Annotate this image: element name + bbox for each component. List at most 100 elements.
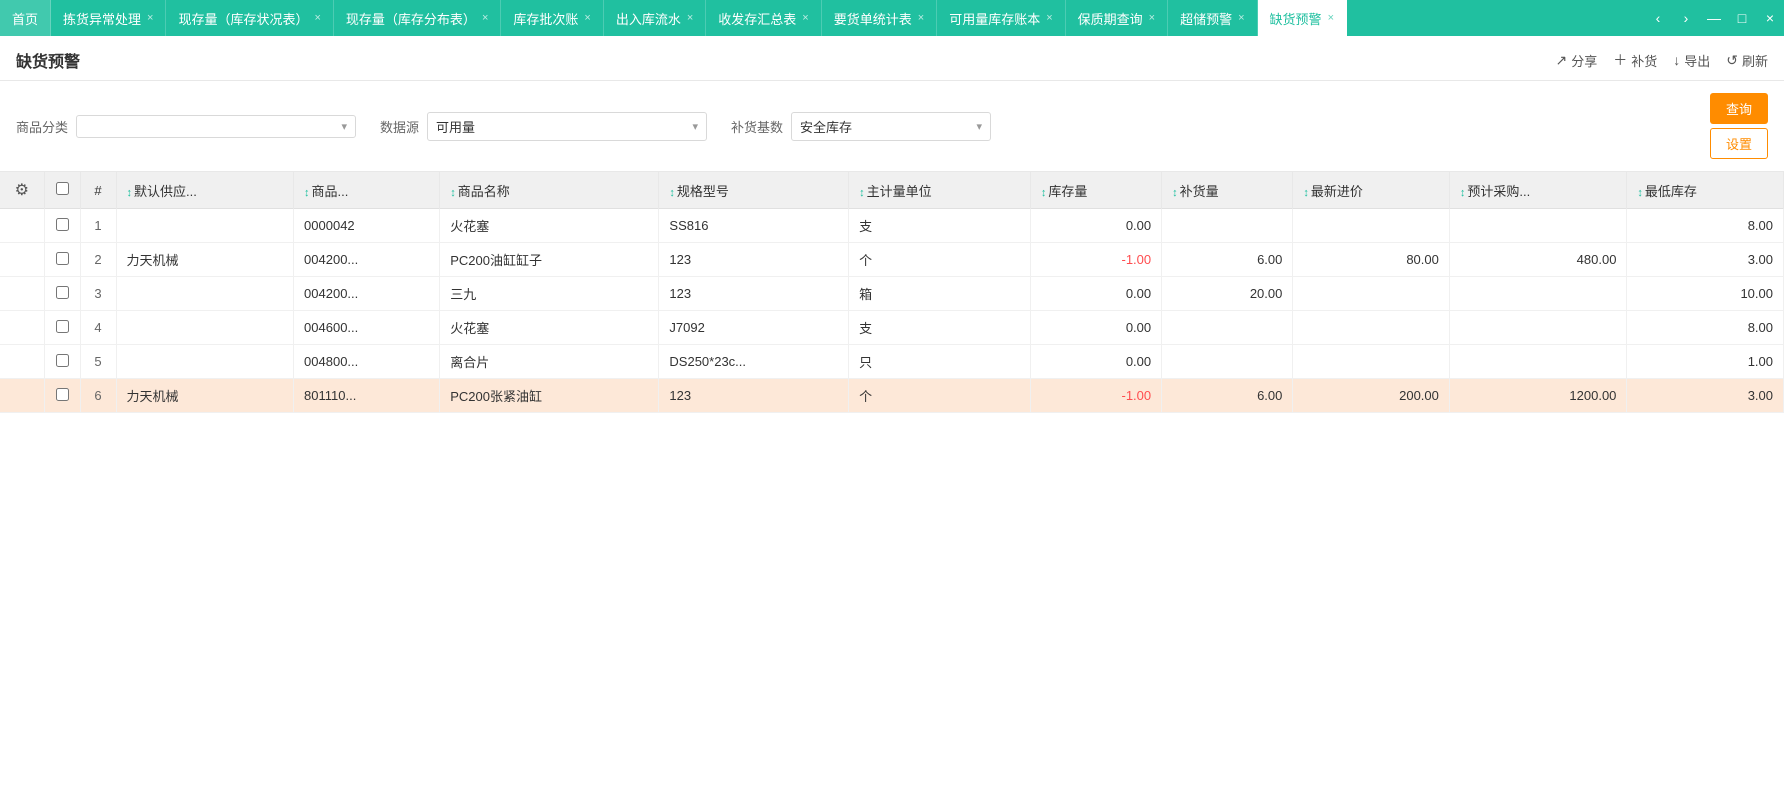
row-checkbox-5[interactable]: [56, 388, 69, 401]
row-stock-3: 0.00: [1030, 311, 1161, 345]
tab-item-3[interactable]: 现存量（库存分布表）×: [334, 0, 501, 36]
tab-item-2[interactable]: 现存量（库存状况表）×: [166, 0, 333, 36]
th-stock[interactable]: ↕库存量: [1030, 172, 1161, 209]
tab-label-6: 收发存汇总表: [718, 9, 796, 28]
tab-item-6[interactable]: 收发存汇总表 ×: [706, 0, 821, 36]
replenish-button[interactable]: ＋ 补货: [1613, 50, 1657, 70]
row-code-1: 004200...: [294, 243, 440, 277]
main-content: 缺货预警 ↗ 分享 ＋ 补货 ↓ 导出 ↺ 刷新 商品分类: [0, 36, 1784, 796]
row-settings-cell: [0, 379, 44, 413]
tab-close-icon-10[interactable]: ×: [1238, 12, 1244, 24]
row-replenish-1: 6.00: [1162, 243, 1293, 277]
tab-scroll-right[interactable]: ›: [1672, 0, 1700, 36]
tab-close-icon-11[interactable]: ×: [1328, 12, 1334, 24]
row-supplier-2: [116, 277, 294, 311]
tab-close-icon-5[interactable]: ×: [687, 12, 693, 24]
row-unit-3: 支: [849, 311, 1031, 345]
min-stock-sort-icon: ↕: [1637, 187, 1643, 199]
th-code[interactable]: ↕商品...: [294, 172, 440, 209]
unit-sort-icon: ↕: [859, 187, 865, 199]
th-checkbox[interactable]: [44, 172, 80, 209]
tab-close-icon-4[interactable]: ×: [584, 12, 590, 24]
th-latest-price[interactable]: ↕最新进价: [1293, 172, 1450, 209]
refresh-button[interactable]: ↺ 刷新: [1726, 51, 1768, 70]
tab-item-0[interactable]: 首页: [0, 0, 51, 36]
tab-item-10[interactable]: 超储预警 ×: [1168, 0, 1257, 36]
row-stock-5: -1.00: [1030, 379, 1161, 413]
tab-item-7[interactable]: 要货单统计表×: [822, 0, 937, 36]
tab-close-icon-7[interactable]: ×: [918, 12, 924, 24]
tab-close-icon-2[interactable]: ×: [314, 12, 320, 24]
tab-nav-buttons: ‹ › — □ ×: [1644, 0, 1784, 36]
window-minimize[interactable]: —: [1700, 0, 1728, 36]
basis-filter-group: 补货基数 安全库存 ▾: [731, 112, 991, 141]
row-replenish-4: [1162, 345, 1293, 379]
tab-item-11[interactable]: 缺货预警×: [1258, 0, 1347, 36]
row-checkbox-4[interactable]: [56, 354, 69, 367]
category-select[interactable]: ▾: [76, 115, 356, 138]
row-stock-1: -1.00: [1030, 243, 1161, 277]
tab-item-8[interactable]: 可用量库存账本 ×: [937, 0, 1065, 36]
filter-right-actions: 查询 设置: [1710, 93, 1768, 159]
row-unit-4: 只: [849, 345, 1031, 379]
th-min-stock[interactable]: ↕最低库存: [1627, 172, 1784, 209]
th-settings[interactable]: ⚙: [0, 172, 44, 209]
tab-item-4[interactable]: 库存批次账×: [501, 0, 603, 36]
query-button[interactable]: 查询: [1710, 93, 1768, 124]
th-name[interactable]: ↕商品名称: [440, 172, 659, 209]
row-checkbox-cell[interactable]: [44, 379, 80, 413]
row-checkbox-cell[interactable]: [44, 311, 80, 345]
row-checkbox-1[interactable]: [56, 252, 69, 265]
row-checkbox-cell[interactable]: [44, 243, 80, 277]
row-est-purchase-2: [1449, 277, 1627, 311]
th-unit[interactable]: ↕主计量单位: [849, 172, 1031, 209]
tab-close-icon-6[interactable]: ×: [802, 12, 808, 24]
datasource-select[interactable]: 可用量 ▾: [427, 112, 707, 141]
row-min-stock-0: 8.00: [1627, 209, 1784, 243]
code-sort-icon: ↕: [304, 187, 310, 199]
export-button[interactable]: ↓ 导出: [1673, 51, 1710, 70]
th-spec[interactable]: ↕规格型号: [659, 172, 849, 209]
row-supplier-0: [116, 209, 294, 243]
tab-label-8: 可用量库存账本: [949, 9, 1040, 28]
row-checkbox-cell[interactable]: [44, 345, 80, 379]
row-latest-price-4: [1293, 345, 1450, 379]
th-est-purchase[interactable]: ↕预计采购...: [1449, 172, 1627, 209]
window-maximize[interactable]: □: [1728, 0, 1756, 36]
row-checkbox-cell[interactable]: [44, 209, 80, 243]
tab-close-icon-3[interactable]: ×: [482, 12, 488, 24]
row-checkbox-cell[interactable]: [44, 277, 80, 311]
row-checkbox-2[interactable]: [56, 286, 69, 299]
th-replenish[interactable]: ↕补货量: [1162, 172, 1293, 209]
settings-button[interactable]: 设置: [1710, 128, 1768, 159]
row-name-4: 离合片: [440, 345, 659, 379]
row-num-2: 3: [80, 277, 116, 311]
window-close[interactable]: ×: [1756, 0, 1784, 36]
tab-label-10: 超储预警: [1180, 9, 1232, 28]
basis-select[interactable]: 安全库存 ▾: [791, 112, 991, 141]
tab-close-icon-8[interactable]: ×: [1046, 12, 1052, 24]
row-min-stock-5: 3.00: [1627, 379, 1784, 413]
tab-scroll-left[interactable]: ‹: [1644, 0, 1672, 36]
share-button[interactable]: ↗ 分享: [1555, 51, 1597, 70]
table-container: ⚙ # ↕默认供应... ↕商品... ↕商品名称 ↕规格型号 ↕主计量单位 ↕…: [0, 172, 1784, 413]
tab-item-1[interactable]: 拣货异常处理×: [51, 0, 166, 36]
row-unit-5: 个: [849, 379, 1031, 413]
row-checkbox-3[interactable]: [56, 320, 69, 333]
row-num-0: 1: [80, 209, 116, 243]
tab-close-icon-1[interactable]: ×: [147, 12, 153, 24]
datasource-filter-group: 数据源 可用量 ▾: [380, 112, 707, 141]
settings-gear-icon[interactable]: ⚙: [15, 182, 29, 199]
tab-label-0: 首页: [12, 9, 38, 28]
tab-close-icon-9[interactable]: ×: [1149, 12, 1155, 24]
row-replenish-5: 6.00: [1162, 379, 1293, 413]
row-checkbox-0[interactable]: [56, 218, 69, 231]
select-all-checkbox[interactable]: [56, 182, 69, 195]
tab-item-9[interactable]: 保质期查询×: [1066, 0, 1168, 36]
tab-item-5[interactable]: 出入库流水×: [604, 0, 706, 36]
name-sort-icon: ↕: [450, 187, 456, 199]
row-min-stock-2: 10.00: [1627, 277, 1784, 311]
refresh-icon: ↺: [1726, 52, 1738, 69]
row-spec-4: DS250*23c...: [659, 345, 849, 379]
th-supplier[interactable]: ↕默认供应...: [116, 172, 294, 209]
